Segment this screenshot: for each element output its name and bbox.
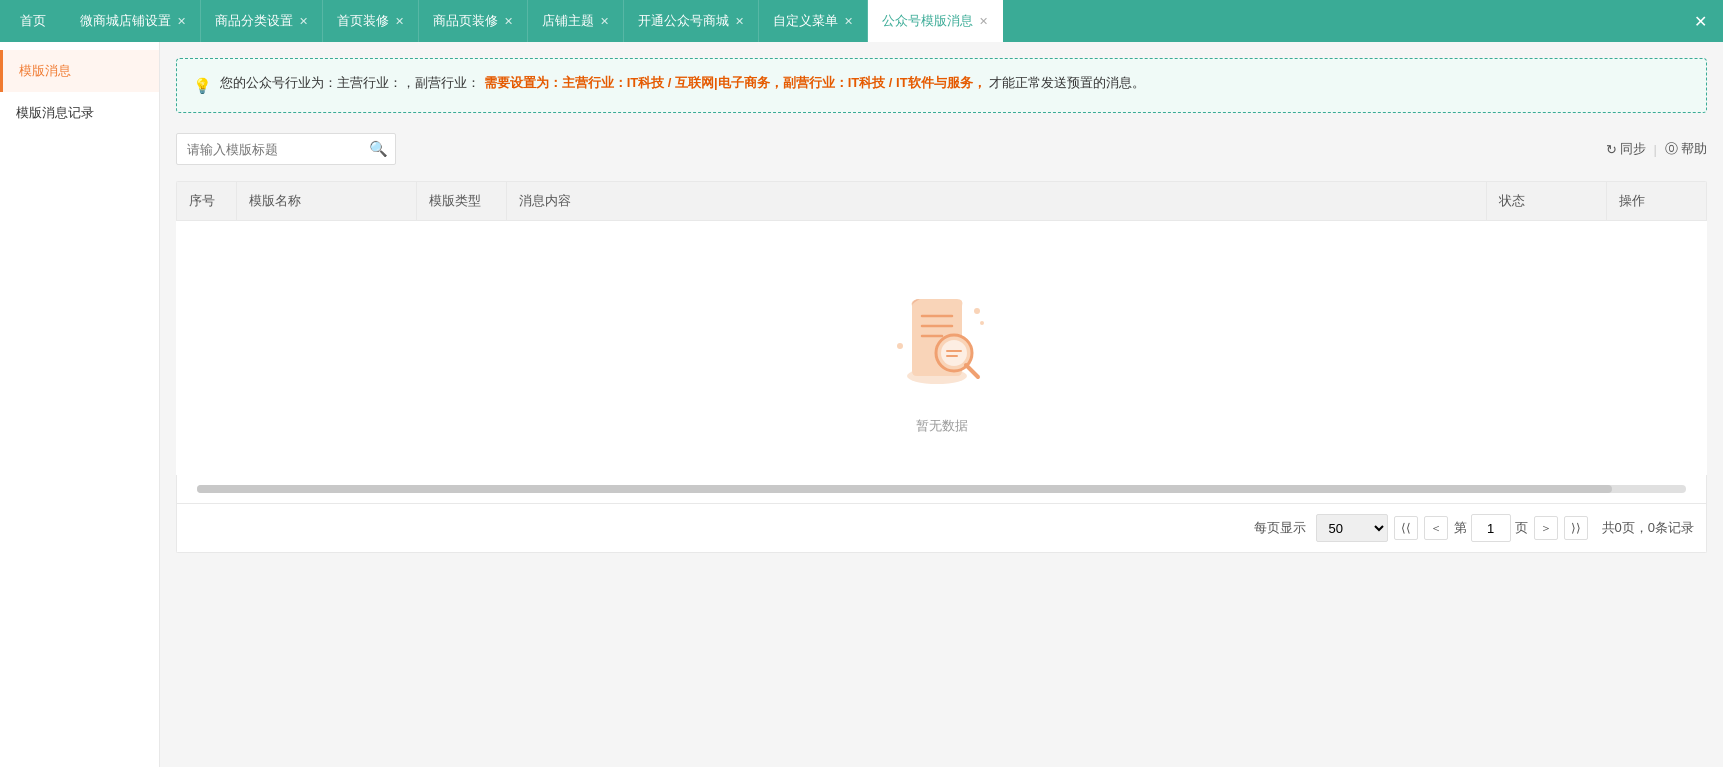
page-size-label: 每页显示 [1254,519,1306,537]
tab-close-weishangcheng[interactable]: ✕ [177,15,186,28]
col-header-status: 状态 [1487,182,1607,221]
tab-close-custom-menu[interactable]: ✕ [844,15,853,28]
first-page-button[interactable]: ⟨⟨ [1394,516,1418,540]
svg-point-11 [897,343,903,349]
svg-point-5 [941,340,967,366]
empty-row: 暂无数据 [177,221,1707,476]
sidebar-item-template-message[interactable]: 模版消息 [0,50,159,92]
notice-box: 💡 您的公众号行业为：主营行业：，副营行业： 需要设置为：主营行业：IT科技 /… [176,58,1707,113]
pagination: 每页显示 50 20 100 ⟨⟨ ＜ 第 页 ＞ ⟩⟩ 共0页，0条记录 [176,504,1707,553]
tab-open-store[interactable]: 开通公众号商城 ✕ [624,0,759,42]
search-input[interactable] [176,133,396,165]
page-total: 共0页，0条记录 [1602,519,1694,537]
tab-close-store-theme[interactable]: ✕ [600,15,609,28]
fake-scrollbar-thumb [197,485,1612,493]
page-label: 页 [1515,519,1528,537]
tab-close-product-decoration[interactable]: ✕ [504,15,513,28]
sync-button[interactable]: ↻ 同步 [1606,140,1646,158]
help-icon: ⓪ [1665,140,1678,158]
tab-template-message[interactable]: 公众号模版消息 ✕ [868,0,1003,42]
col-header-action: 操作 [1607,182,1707,221]
di-label: 第 [1454,519,1467,537]
col-header-index: 序号 [177,182,237,221]
toolbar-divider: | [1654,142,1657,157]
tab-custom-menu[interactable]: 自定义菜单 ✕ [759,0,868,42]
prev-page-button[interactable]: ＜ [1424,516,1448,540]
tab-product-decoration[interactable]: 商品页装修 ✕ [419,0,528,42]
data-table: 序号 模版名称 模版类型 消息内容 状态 操作 [176,181,1707,475]
page-input-wrap: 第 页 [1454,514,1528,542]
svg-point-9 [974,308,980,314]
page-input[interactable] [1471,514,1511,542]
col-header-content: 消息内容 [507,182,1487,221]
scrollbar-row [176,475,1707,504]
tab-close-product-category[interactable]: ✕ [299,15,308,28]
sidebar-item-template-message-log[interactable]: 模版消息记录 [0,92,159,134]
tab-close-template-message[interactable]: ✕ [979,15,988,28]
empty-state: 暂无数据 [177,221,1707,475]
next-page-button[interactable]: ＞ [1534,516,1558,540]
sidebar: 模版消息 模版消息记录 [0,42,160,767]
table-header-row: 序号 模版名称 模版类型 消息内容 状态 操作 [177,182,1707,221]
tab-close-homepage-decoration[interactable]: ✕ [395,15,404,28]
tab-close-open-store[interactable]: ✕ [735,15,744,28]
search-button[interactable]: 🔍 [369,140,388,158]
tab-bar: 首页 微商城店铺设置 ✕ 商品分类设置 ✕ 首页装修 ✕ 商品页装修 ✕ 店铺主… [0,0,1723,42]
notice-text: 您的公众号行业为：主营行业：，副营行业： 需要设置为：主营行业：IT科技 / 互… [220,73,1145,94]
tab-product-category[interactable]: 商品分类设置 ✕ [201,0,323,42]
tab-bar-close-all[interactable]: ✕ [1678,0,1723,42]
svg-line-6 [966,365,978,377]
tab-homepage-decoration[interactable]: 首页装修 ✕ [323,0,419,42]
toolbar-right: ↻ 同步 | ⓪ 帮助 [1606,140,1707,158]
svg-point-10 [980,321,984,325]
content-area: 💡 您的公众号行业为：主营行业：，副营行业： 需要设置为：主营行业：IT科技 /… [160,42,1723,767]
last-page-button[interactable]: ⟩⟩ [1564,516,1588,540]
help-button[interactable]: ⓪ 帮助 [1665,140,1707,158]
tab-store-theme[interactable]: 店铺主题 ✕ [528,0,624,42]
col-header-name: 模版名称 [237,182,417,221]
fake-scrollbar[interactable] [197,485,1686,493]
sync-icon: ↻ [1606,142,1617,157]
col-header-type: 模版类型 [417,182,507,221]
empty-text: 暂无数据 [177,417,1707,435]
empty-icon [882,281,1002,401]
main-layout: 模版消息 模版消息记录 💡 您的公众号行业为：主营行业：，副营行业： 需要设置为… [0,42,1723,767]
tab-weishangcheng[interactable]: 微商城店铺设置 ✕ [66,0,201,42]
table-wrapper: 序号 模版名称 模版类型 消息内容 状态 操作 [176,181,1707,553]
search-input-wrap: 🔍 [176,133,396,165]
lightbulb-icon: 💡 [193,74,212,98]
search-bar: 🔍 ↻ 同步 | ⓪ 帮助 [176,133,1707,165]
tab-home[interactable]: 首页 [0,0,66,42]
page-size-select[interactable]: 50 20 100 [1316,514,1388,542]
